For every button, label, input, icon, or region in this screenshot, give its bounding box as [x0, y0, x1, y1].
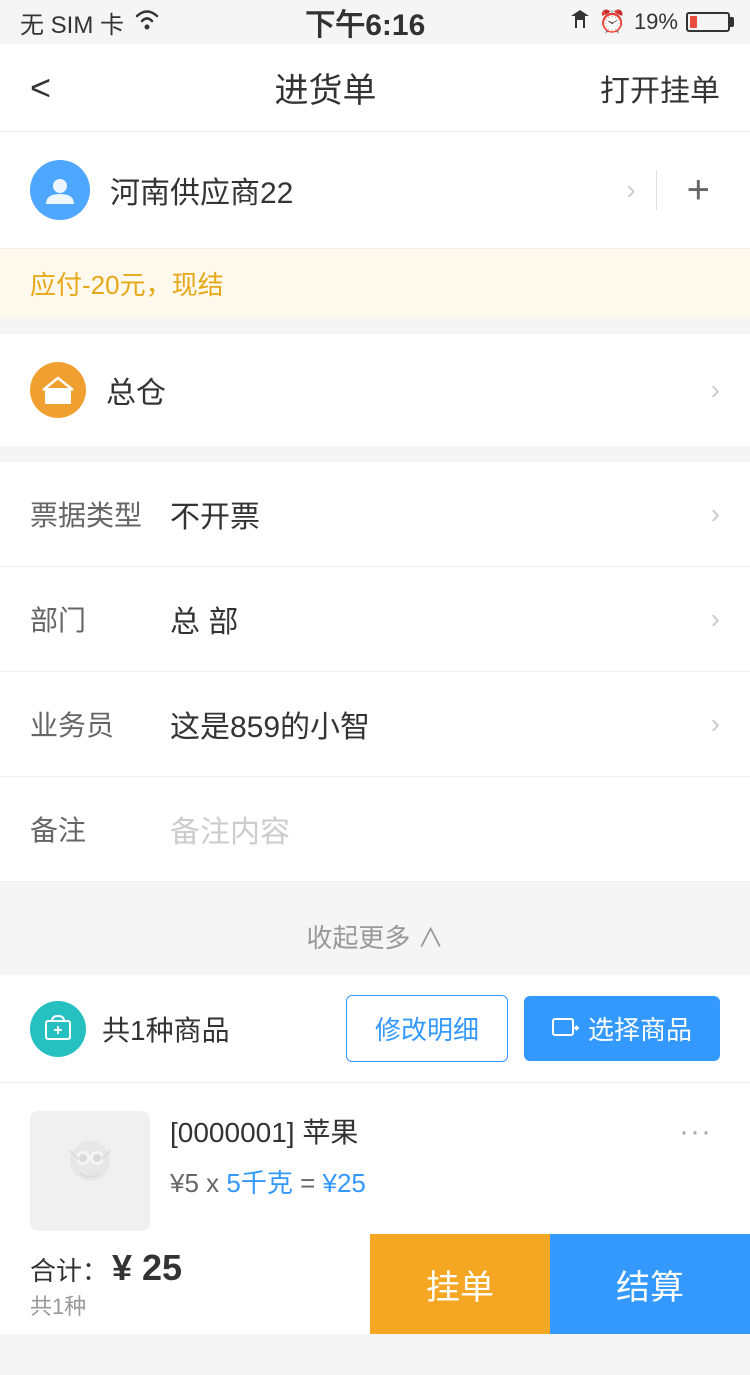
invoice-type-label: 票据类型: [30, 494, 150, 534]
remark-row[interactable]: 备注 备注内容: [0, 777, 750, 882]
product-price: ¥5 x 5千克 = ¥25: [170, 1163, 671, 1200]
add-supplier-button[interactable]: +: [677, 168, 720, 213]
battery-icon: [686, 12, 730, 32]
product-info: [0000001] 苹果 ¥5 x 5千克 = ¥25: [170, 1111, 671, 1200]
price-value: ¥5: [170, 1168, 199, 1198]
supplier-chevron-icon: ›: [626, 174, 635, 206]
price-eq: =: [300, 1168, 322, 1198]
edit-detail-button[interactable]: 修改明细: [346, 995, 508, 1062]
product-title: 苹果: [302, 1117, 358, 1148]
status-right: ⏰ 19%: [569, 8, 730, 36]
supplier-section: 河南供应商22 › + 应付-20元，现结: [0, 132, 750, 318]
total-sub: 共1种: [30, 1289, 340, 1321]
select-product-button[interactable]: 选择商品: [524, 996, 720, 1061]
salesperson-chevron-icon: ›: [711, 708, 720, 740]
total-amount: ¥ 25: [112, 1247, 182, 1289]
battery-percent: 19%: [634, 9, 678, 35]
checkout-button[interactable]: 结算: [550, 1234, 750, 1334]
total-label: 合计：: [30, 1251, 108, 1288]
supplier-name: 河南供应商22: [110, 168, 626, 212]
status-time: 下午6:16: [305, 0, 425, 44]
product-count-label: 共1种商品: [102, 1009, 346, 1049]
department-label: 部门: [30, 599, 150, 639]
back-button[interactable]: <: [30, 67, 51, 109]
nav-bar: < 进货单 打开挂单: [0, 44, 750, 132]
product-header: 共1种商品 修改明细 选择商品: [0, 975, 750, 1083]
total-area: 合计： ¥ 25 共1种: [0, 1234, 370, 1334]
product-name: [0000001] 苹果: [170, 1111, 671, 1151]
bottom-bar: 合计： ¥ 25 共1种 挂单 结算: [0, 1234, 750, 1334]
salesperson-value: 这是859的小智: [150, 702, 711, 746]
warehouse-chevron-icon: ›: [711, 374, 720, 406]
quantity-value: 5千克: [226, 1168, 292, 1198]
open-hang-button[interactable]: 打开挂单: [600, 66, 720, 110]
warehouse-row[interactable]: 总仓 ›: [0, 334, 750, 446]
alarm-icon: ⏰: [599, 9, 626, 35]
select-product-label: 选择商品: [588, 1010, 692, 1047]
status-bar: 无 SIM 卡 下午6:16 ⏰ 19%: [0, 0, 750, 44]
collapse-bar[interactable]: 收起更多 ∧: [0, 898, 750, 975]
supplier-avatar: [30, 160, 90, 220]
product-item: [0000001] 苹果 ¥5 x 5千克 = ¥25 ···: [0, 1083, 750, 1259]
hang-button[interactable]: 挂单: [370, 1234, 550, 1334]
price-x: x: [206, 1168, 226, 1198]
divider: [656, 170, 657, 210]
location-icon: [569, 8, 591, 36]
invoice-type-chevron-icon: ›: [711, 498, 720, 530]
collapse-label: 收起更多 ∧: [306, 918, 443, 955]
warehouse-icon: [30, 362, 86, 418]
status-left: 无 SIM 卡: [20, 5, 162, 40]
warehouse-name: 总仓: [106, 368, 711, 412]
salesperson-row[interactable]: 业务员 这是859的小智 ›: [0, 672, 750, 777]
supplier-row[interactable]: 河南供应商22 › +: [0, 132, 750, 249]
total-value: ¥25: [323, 1168, 366, 1198]
product-more-button[interactable]: ···: [671, 1111, 720, 1153]
department-value: 总 部: [150, 597, 711, 641]
department-chevron-icon: ›: [711, 603, 720, 635]
product-section: 共1种商品 修改明细 选择商品 [00000: [0, 975, 750, 1259]
supplier-actions: › +: [626, 168, 720, 213]
invoice-type-row[interactable]: 票据类型 不开票 ›: [0, 462, 750, 567]
department-row[interactable]: 部门 总 部 ›: [0, 567, 750, 672]
invoice-type-value: 不开票: [150, 492, 711, 536]
remark-label: 备注: [30, 809, 150, 849]
notice-bar: 应付-20元，现结: [0, 249, 750, 318]
carrier-label: 无 SIM 卡: [20, 5, 124, 40]
page-title: 进货单: [275, 63, 377, 112]
warehouse-section: 总仓 ›: [0, 334, 750, 446]
product-section-icon: [30, 1001, 86, 1057]
product-code: [0000001]: [170, 1117, 295, 1148]
form-section: 票据类型 不开票 › 部门 总 部 › 业务员 这是859的小智 › 备注 备注…: [0, 462, 750, 882]
wifi-icon: [132, 8, 162, 37]
salesperson-label: 业务员: [30, 704, 150, 744]
product-thumbnail: [30, 1111, 150, 1231]
remark-input[interactable]: 备注内容: [150, 807, 720, 851]
